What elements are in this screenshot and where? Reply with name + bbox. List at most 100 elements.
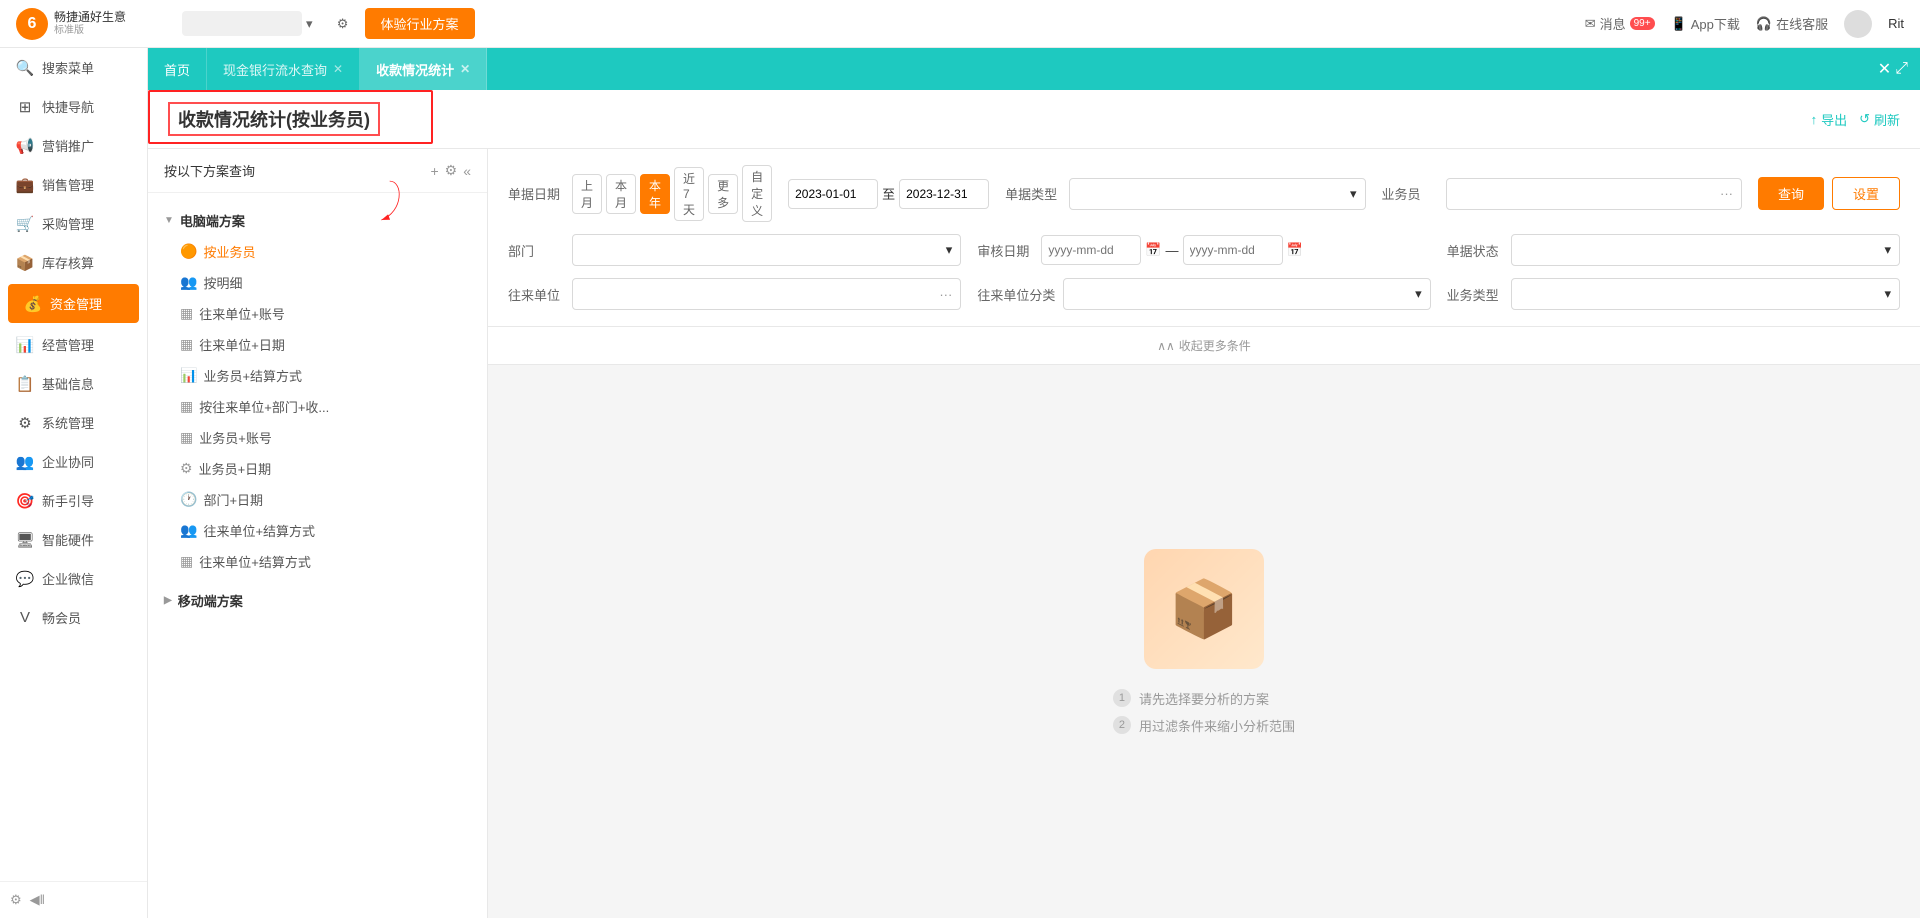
app-download-button[interactable]: 📱 App下载 (1671, 14, 1740, 33)
partner-field: 往来单位 ··· (508, 278, 961, 310)
sidebar-item-search[interactable]: 🔍 搜索菜单 (0, 48, 147, 87)
scheme-add-icon[interactable]: + (430, 163, 438, 179)
messages-button[interactable]: ✉ 消息 99+ (1585, 14, 1655, 33)
sidebar-item-weixin[interactable]: 💬 企业微信 (0, 559, 147, 598)
sidebar-item-operations[interactable]: 📊 经营管理 (0, 325, 147, 364)
tab-home[interactable]: 首页 (148, 48, 207, 90)
sidebar-collapse-icon[interactable]: ◀‖ (30, 892, 45, 908)
tree-group-mobile[interactable]: ▶ 移动端方案 (148, 585, 487, 616)
enterprise-icon: 👥 (16, 453, 34, 471)
scheme-item-partner-dept-recv[interactable]: ▦ 按往来单位+部门+收... (164, 391, 487, 422)
scheme-item-staff-date[interactable]: ⚙ 业务员+日期 (164, 453, 487, 484)
scheme-item-staff-settle[interactable]: 📊 业务员+结算方式 (164, 360, 487, 391)
sales-icon: 💼 (16, 176, 34, 194)
date-range: 至 (788, 179, 989, 209)
sidebar-item-purchase[interactable]: 🛒 采购管理 (0, 204, 147, 243)
partner-select[interactable]: ··· (572, 278, 961, 310)
sidebar-item-guide[interactable]: 🎯 新手引导 (0, 481, 147, 520)
collapse-up-icon: ∧∧ (1157, 339, 1175, 353)
sidebar-item-marketing[interactable]: 📢 营销推广 (0, 126, 147, 165)
date-end-input[interactable] (899, 179, 989, 209)
nav-dropdown[interactable]: ▾ (174, 7, 321, 40)
partner-more-dots[interactable]: ··· (939, 287, 952, 302)
audit-calendar-icon1[interactable]: 📅 (1145, 242, 1161, 258)
inventory-icon: 📦 (16, 254, 34, 272)
purchase-icon: 🛒 (16, 215, 34, 233)
sidebar-item-finance[interactable]: 💰 资金管理 (8, 284, 139, 323)
data-area: 📦 1 请先选择要分析的方案 2 用过滤条件来缩小分析范围 (488, 365, 1920, 918)
quicknav-icon: ⊞ (16, 98, 34, 116)
collapse-bar[interactable]: ∧∧ 收起更多条件 (488, 327, 1920, 365)
date-tab-last-month[interactable]: 上月 (572, 174, 602, 214)
scheme-icon-5: ▦ (180, 398, 193, 415)
empty-illustration: 📦 (1144, 549, 1264, 669)
category-dropdown-icon: ▾ (1350, 186, 1357, 202)
scheme-icon-1: 👥 (180, 274, 197, 291)
audit-calendar-icon2[interactable]: 📅 (1287, 242, 1303, 258)
hardware-icon: 🖥 (16, 531, 34, 549)
date-tab-this-year[interactable]: 本年 (640, 174, 670, 214)
category-select[interactable]: ▾ (1069, 178, 1365, 210)
settings-top-icon[interactable]: ⚙ (329, 10, 357, 38)
doc-status-select[interactable]: ▾ (1511, 234, 1900, 266)
scheme-collapse-icon[interactable]: « (463, 163, 471, 179)
sidebar-item-enterprise[interactable]: 👥 企业协同 (0, 442, 147, 481)
sidebar-item-system[interactable]: ⚙ 系统管理 (0, 403, 147, 442)
date-tab-this-month[interactable]: 本月 (606, 174, 636, 214)
tab-close-receipt-icon[interactable]: ✕ (460, 62, 470, 76)
dept-select[interactable]: ▾ (572, 234, 961, 266)
scheme-item-partner-settle1[interactable]: 👥 往来单位+结算方式 (164, 515, 487, 546)
scheme-item-partner-account[interactable]: ▦ 往来单位+账号 (164, 298, 487, 329)
audit-date-start[interactable] (1041, 235, 1141, 265)
tab-close-bank-icon[interactable]: ✕ (333, 62, 343, 76)
user-avatar[interactable] (1844, 10, 1872, 38)
empty-tips: 1 请先选择要分析的方案 2 用过滤条件来缩小分析范围 (1113, 689, 1295, 735)
sidebar-item-member[interactable]: V 畅会员 (0, 598, 147, 637)
set-button[interactable]: 设置 (1832, 177, 1900, 210)
scheme-item-detail[interactable]: 👥 按明细 (164, 267, 487, 298)
scheme-item-partner-date[interactable]: ▦ 往来单位+日期 (164, 329, 487, 360)
sidebar-settings-icon[interactable]: ⚙ (10, 892, 22, 908)
query-button[interactable]: 查询 (1758, 177, 1824, 210)
scheme-icon-7: ⚙ (180, 460, 193, 477)
date-start-input[interactable] (788, 179, 878, 209)
audit-range-dash: — (1166, 243, 1179, 258)
date-tab-7days[interactable]: 近7天 (674, 167, 704, 221)
sidebar-item-quick-nav[interactable]: ⊞ 快捷导航 (0, 87, 147, 126)
staff-select[interactable]: ··· (1446, 178, 1742, 210)
page-title: 收款情况统计(按业务员) (168, 102, 380, 136)
tab-maximize-icon[interactable]: ⤢ (1895, 60, 1908, 78)
operations-icon: 📊 (16, 336, 34, 354)
sidebar-item-sales[interactable]: 💼 销售管理 (0, 165, 147, 204)
sidebar-item-base-info[interactable]: 📋 基础信息 (0, 364, 147, 403)
tree-branch-mobile: ▶ 移动端方案 (148, 581, 487, 620)
scheme-settings-icon[interactable]: ⚙ (445, 162, 458, 179)
biz-type-select[interactable]: ▾ (1511, 278, 1900, 310)
scheme-item-partner-settle2[interactable]: ▦ 往来单位+结算方式 (164, 546, 487, 577)
messages-badge: 99+ (1630, 17, 1655, 30)
scheme-item-by-staff[interactable]: 🟠 按业务员 (164, 236, 487, 267)
member-icon: V (16, 609, 34, 627)
scheme-item-staff-account[interactable]: ▦ 业务员+账号 (164, 422, 487, 453)
dropdown-arrow-icon: ▾ (306, 16, 313, 32)
scheme-item-dept-date[interactable]: 🕐 部门+日期 (164, 484, 487, 515)
scheme-icon-8: 🕐 (180, 491, 197, 508)
audit-date-end[interactable] (1183, 235, 1283, 265)
trial-button[interactable]: 体验行业方案 (365, 8, 475, 39)
sidebar-item-inventory[interactable]: 📦 库存核算 (0, 243, 147, 282)
export-button[interactable]: ↑ 导出 (1811, 110, 1848, 129)
date-tab-custom[interactable]: 自定义 (742, 165, 772, 222)
filter-actions-row1: 查询 设置 (1758, 177, 1900, 210)
partner-class-select[interactable]: ▾ (1063, 278, 1430, 310)
tab-receipt-stats[interactable]: 收款情况统计 ✕ (360, 48, 487, 90)
tab-bank-flow[interactable]: 现金银行流水查询 ✕ (207, 48, 360, 90)
export-icon: ↑ (1811, 112, 1818, 127)
date-tab-more[interactable]: 更多 (708, 174, 738, 214)
tree-group-desktop[interactable]: ▼ 电脑端方案 (148, 205, 487, 236)
refresh-button[interactable]: ↺ 刷新 (1859, 110, 1900, 129)
staff-more-dots[interactable]: ··· (1720, 186, 1733, 201)
sidebar-item-hardware[interactable]: 🖥 智能硬件 (0, 520, 147, 559)
tab-close-all-icon[interactable]: ✕ (1878, 59, 1891, 79)
online-service-button[interactable]: 🎧 在线客服 (1756, 14, 1828, 33)
content-body: 按以下方案查询 + ⚙ « ▼ 电脑端方案 🟠 (148, 149, 1920, 918)
